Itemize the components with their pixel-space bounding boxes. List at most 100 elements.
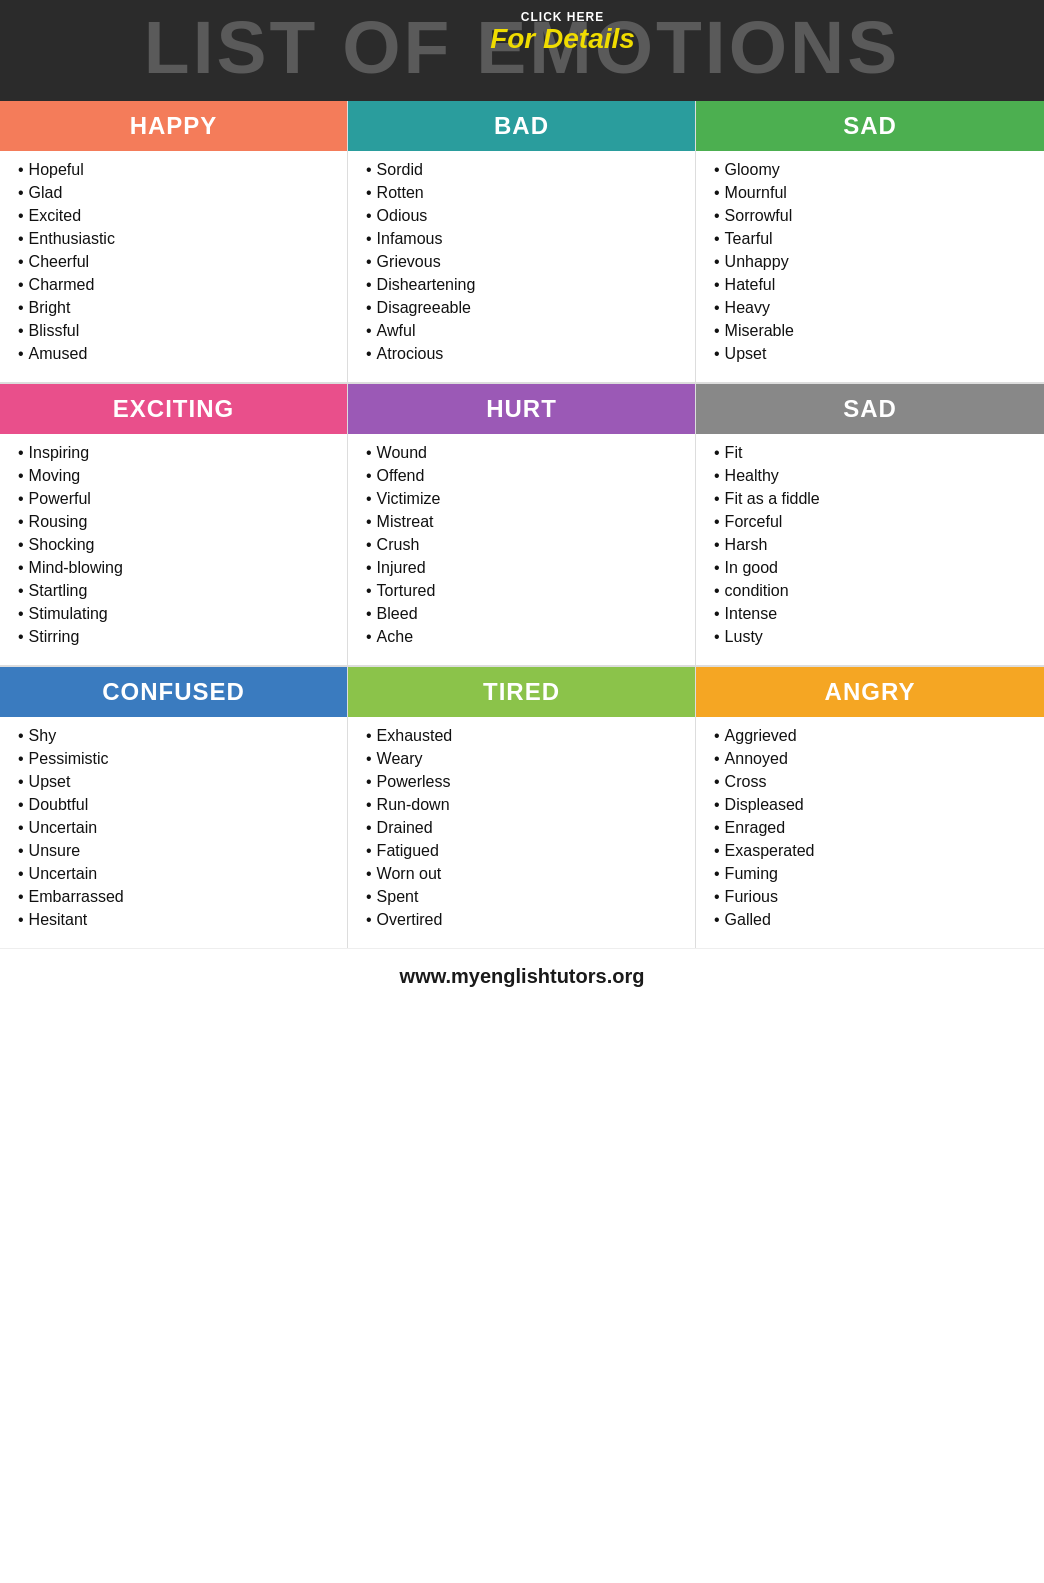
list-item: Powerless bbox=[366, 771, 687, 794]
list-item: Enraged bbox=[714, 817, 1036, 840]
list-item: Heavy bbox=[714, 297, 1036, 320]
list-item: Tearful bbox=[714, 228, 1036, 251]
list-item: Lusty bbox=[714, 626, 1036, 649]
category-section-exciting: EXCITINGInspiringMovingPowerfulRousingSh… bbox=[0, 384, 348, 667]
category-header-happy: HAPPY bbox=[0, 101, 347, 151]
list-item: Uncertain bbox=[18, 817, 339, 840]
list-item: Rousing bbox=[18, 511, 339, 534]
list-item: Unsure bbox=[18, 840, 339, 863]
category-items-sad1: GloomyMournfulSorrowfulTearfulUnhappyHat… bbox=[696, 151, 1044, 382]
category-items-bad: SordidRottenOdiousInfamousGrievousDishea… bbox=[348, 151, 695, 382]
list-item: Wound bbox=[366, 442, 687, 465]
list-item: Harsh bbox=[714, 534, 1036, 557]
list-item: Offend bbox=[366, 465, 687, 488]
list-item: Cross bbox=[714, 771, 1036, 794]
list-item: Disheartening bbox=[366, 274, 687, 297]
list-item: Glad bbox=[18, 182, 339, 205]
list-item: Weary bbox=[366, 748, 687, 771]
category-section-happy: HAPPYHopefulGladExcitedEnthusiasticCheer… bbox=[0, 101, 348, 384]
category-items-sad2: FitHealthyFit as a fiddleForcefulHarshIn… bbox=[696, 434, 1044, 665]
category-section-hurt: HURT WoundOffendVictimizeMistreatCrushInj… bbox=[348, 384, 696, 667]
category-header-tired: TIRED bbox=[348, 667, 695, 717]
list-item: Blissful bbox=[18, 320, 339, 343]
category-header-sad1: SAD bbox=[696, 101, 1044, 151]
category-section-tired: TIRED ExhaustedWearyPowerlessRun-downDrai… bbox=[348, 667, 696, 948]
category-label-angry: ANGRY bbox=[704, 678, 1036, 706]
list-item: Uncertain bbox=[18, 863, 339, 886]
badge-area[interactable]: CLICK HERE For Details bbox=[490, 10, 635, 55]
list-item: Hesitant bbox=[18, 909, 339, 932]
list-item: In good bbox=[714, 557, 1036, 580]
category-header-bad: BAD bbox=[348, 101, 695, 151]
list-item: Moving bbox=[18, 465, 339, 488]
list-item: Cheerful bbox=[18, 251, 339, 274]
click-here-label[interactable]: CLICK HERE bbox=[490, 10, 635, 24]
content-grid: HAPPYHopefulGladExcitedEnthusiasticCheer… bbox=[0, 101, 1044, 948]
list-item: Exasperated bbox=[714, 840, 1036, 863]
list-item: Embarrassed bbox=[18, 886, 339, 909]
page-wrapper: CLICK HERE For Details LIST OF EMOTIONS … bbox=[0, 0, 1044, 1004]
list-item: Aggrieved bbox=[714, 725, 1036, 748]
list-item: Miserable bbox=[714, 320, 1036, 343]
list-item: Mind-blowing bbox=[18, 557, 339, 580]
list-item: Annoyed bbox=[714, 748, 1036, 771]
category-items-angry: AggrievedAnnoyedCrossDispleasedEnragedEx… bbox=[696, 717, 1044, 948]
category-header-hurt: HURT bbox=[348, 384, 695, 434]
category-header-confused: CONFUSED bbox=[0, 667, 347, 717]
category-section-sad1: SAD GloomyMournfulSorrowfulTearfulUnhappy… bbox=[696, 101, 1044, 384]
list-item: Injured bbox=[366, 557, 687, 580]
footer: www.myenglishtutors.org bbox=[0, 948, 1044, 1004]
list-item: Infamous bbox=[366, 228, 687, 251]
list-item: Stimulating bbox=[18, 603, 339, 626]
category-label-tired: TIRED bbox=[356, 678, 687, 706]
category-section-bad: BAD SordidRottenOdiousInfamousGrievousDis… bbox=[348, 101, 696, 384]
category-items-confused: ShyPessimisticUpsetDoubtfulUncertainUnsu… bbox=[0, 717, 347, 948]
category-header-angry: ANGRY bbox=[696, 667, 1044, 717]
for-details-label[interactable]: For Details bbox=[490, 24, 635, 55]
list-item: condition bbox=[714, 580, 1036, 603]
list-item: Disagreeable bbox=[366, 297, 687, 320]
list-item: Enthusiastic bbox=[18, 228, 339, 251]
list-item: Awful bbox=[366, 320, 687, 343]
list-item: Doubtful bbox=[18, 794, 339, 817]
list-item: Shy bbox=[18, 725, 339, 748]
category-label-confused: CONFUSED bbox=[8, 678, 339, 706]
category-items-tired: ExhaustedWearyPowerlessRun-downDrainedFa… bbox=[348, 717, 695, 948]
list-item: Worn out bbox=[366, 863, 687, 886]
list-item: Fit as a fiddle bbox=[714, 488, 1036, 511]
category-section-confused: CONFUSED ShyPessimisticUpsetDoubtfulUncer… bbox=[0, 667, 348, 948]
category-label-bad: BAD bbox=[356, 112, 687, 140]
list-item: Displeased bbox=[714, 794, 1036, 817]
header: CLICK HERE For Details LIST OF EMOTIONS bbox=[0, 0, 1044, 101]
category-header-exciting: EXCITING bbox=[0, 384, 347, 434]
list-item: Fit bbox=[714, 442, 1036, 465]
list-item: Grievous bbox=[366, 251, 687, 274]
category-label-hurt: HURT bbox=[356, 395, 687, 423]
list-item: Hateful bbox=[714, 274, 1036, 297]
category-section-sad2: SADFitHealthyFit as a fiddleForcefulHars… bbox=[696, 384, 1044, 667]
list-item: Excited bbox=[18, 205, 339, 228]
list-item: Tortured bbox=[366, 580, 687, 603]
category-items-hurt: WoundOffendVictimizeMistreatCrushInjured… bbox=[348, 434, 695, 665]
list-item: Atrocious bbox=[366, 343, 687, 366]
list-item: Bleed bbox=[366, 603, 687, 626]
list-item: Upset bbox=[714, 343, 1036, 366]
list-item: Ache bbox=[366, 626, 687, 649]
category-label-happy: HAPPY bbox=[8, 112, 339, 140]
list-item: Crush bbox=[366, 534, 687, 557]
list-item: Mournful bbox=[714, 182, 1036, 205]
category-header-sad2: SAD bbox=[696, 384, 1044, 434]
list-item: Fatigued bbox=[366, 840, 687, 863]
list-item: Overtired bbox=[366, 909, 687, 932]
list-item: Drained bbox=[366, 817, 687, 840]
list-item: Furious bbox=[714, 886, 1036, 909]
list-item: Victimize bbox=[366, 488, 687, 511]
list-item: Sorrowful bbox=[714, 205, 1036, 228]
category-label-sad1: SAD bbox=[704, 112, 1036, 140]
list-item: Shocking bbox=[18, 534, 339, 557]
list-item: Mistreat bbox=[366, 511, 687, 534]
footer-url[interactable]: www.myenglishtutors.org bbox=[400, 965, 645, 987]
list-item: Startling bbox=[18, 580, 339, 603]
list-item: Exhausted bbox=[366, 725, 687, 748]
list-item: Fuming bbox=[714, 863, 1036, 886]
